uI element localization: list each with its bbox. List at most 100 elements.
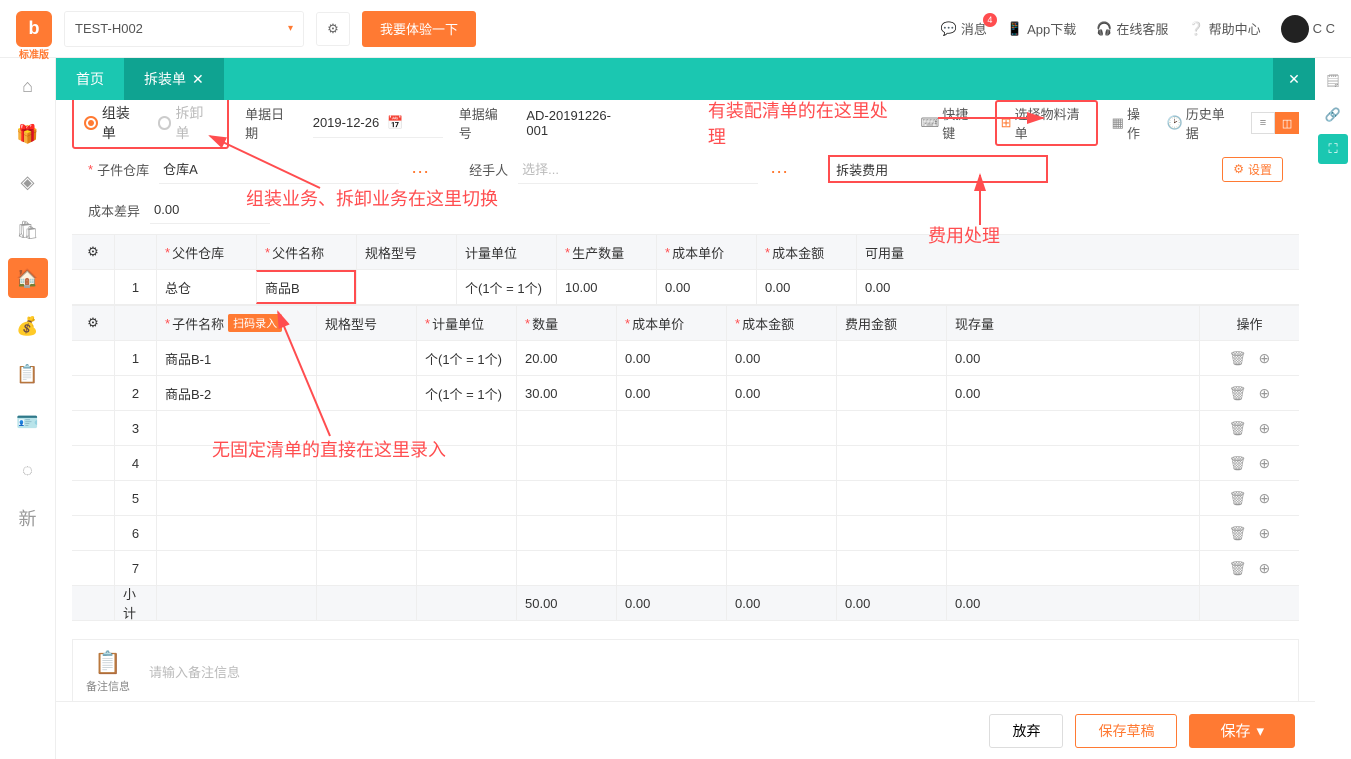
date-input[interactable]: 2019-12-26📅 [313, 108, 443, 138]
nav-new-icon[interactable]: 新 [8, 498, 48, 538]
chevron-down-icon: ▾ [288, 23, 293, 34]
note-icon[interactable]: 🗒 [1318, 66, 1348, 96]
view-grid-icon[interactable]: ◫ [1275, 112, 1299, 134]
cancel-button[interactable]: 放弃 [989, 714, 1063, 748]
add-icon[interactable]: ⊕ [1259, 490, 1271, 507]
scan-badge[interactable]: 扫码录入 [228, 314, 282, 332]
logo[interactable]: b [16, 11, 52, 47]
parent-table: ⚙ *父件仓库 *父件名称 规格型号 计量单位 *生产数量 *成本单价 *成本金… [72, 234, 1299, 305]
add-icon[interactable]: ⊕ [1259, 455, 1271, 472]
child-row[interactable]: 6🗑⊕ [72, 516, 1299, 551]
parent-row[interactable]: 1 总仓 商品B 个(1个 = 1个) 10.00 0.00 0.00 0.00 [72, 270, 1299, 305]
history-icon: 🕑 [1167, 115, 1183, 131]
delete-icon[interactable]: 🗑 [1229, 525, 1247, 542]
main: 首页 拆装单✕ ✕ 组装单 拆卸单 单据日期 2019-12-26📅 单据编号 … [56, 58, 1315, 759]
store-selector[interactable]: TEST-H002 ▾ [64, 11, 304, 47]
nav-warehouse-icon[interactable]: 🏠 [8, 258, 48, 298]
nav-bag-icon[interactable]: 🛍 [8, 210, 48, 250]
close-all-tabs[interactable]: ✕ [1273, 58, 1315, 100]
user-menu[interactable]: C C [1281, 15, 1335, 43]
save-draft-button[interactable]: 保存草稿 [1075, 714, 1177, 748]
remark-input[interactable] [143, 657, 1298, 687]
nav-home-icon[interactable]: ⌂ [8, 66, 48, 106]
headset-icon: 🎧 [1096, 21, 1112, 37]
app-download-link[interactable]: 📱App下载 [1007, 19, 1076, 38]
parent-name-cell[interactable]: 商品B [256, 270, 356, 304]
add-icon[interactable]: ⊕ [1259, 350, 1271, 367]
expand-icon[interactable]: ⛶ [1318, 134, 1348, 164]
add-icon[interactable]: ⊕ [1259, 420, 1271, 437]
topbar: b TEST-H002 ▾ ⚙ 我要体验一下 💬 消息 4 📱App下载 🎧在线… [0, 0, 1351, 58]
tab-assembly[interactable]: 拆装单✕ [124, 58, 224, 100]
tab-home[interactable]: 首页 [56, 58, 124, 100]
fee-field[interactable]: 拆装费用 [828, 155, 1048, 183]
tabs: 首页 拆装单✕ ✕ [56, 58, 1315, 100]
help-link[interactable]: ❔帮助中心 [1188, 19, 1260, 38]
messages-link[interactable]: 💬 消息 4 [941, 19, 987, 38]
radio-disassemble[interactable]: 拆卸单 [158, 103, 218, 143]
chat-icon: 💬 [941, 21, 957, 37]
footer: 放弃 保存草稿 保存▾ [56, 701, 1315, 759]
add-icon[interactable]: ⊕ [1259, 385, 1271, 402]
nav-gift-icon[interactable]: 🎁 [8, 114, 48, 154]
phone-icon: 📱 [1007, 21, 1023, 37]
setting-button[interactable]: ⚙设置 [1222, 157, 1283, 182]
keyboard-icon: ⌨ [920, 115, 939, 131]
gear-header[interactable]: ⚙ [72, 306, 114, 340]
nav-money-icon[interactable]: 💰 [8, 306, 48, 346]
avatar [1281, 15, 1309, 43]
child-row[interactable]: 2商品B-2个(1个 = 1个)30.000.000.000.00🗑⊕ [72, 376, 1299, 411]
delete-icon[interactable]: 🗑 [1229, 455, 1247, 472]
child-name-cell[interactable] [156, 481, 316, 515]
handler-field[interactable]: 经手人 选择... [469, 154, 758, 184]
child-name-cell[interactable]: 商品B-2 [156, 376, 316, 410]
child-row[interactable]: 5🗑⊕ [72, 481, 1299, 516]
subtotal-row: 小计 50.00 0.00 0.00 0.00 0.00 [72, 586, 1299, 621]
add-icon[interactable]: ⊕ [1259, 560, 1271, 577]
child-name-cell[interactable] [156, 516, 316, 550]
delete-icon[interactable]: 🗑 [1229, 560, 1247, 577]
gear-header[interactable]: ⚙ [72, 235, 114, 269]
history-link[interactable]: 🕑历史单据 [1167, 104, 1237, 142]
topbar-right: 💬 消息 4 📱App下载 🎧在线客服 ❔帮助中心 C C [941, 15, 1335, 43]
docno-label: 单据编号 [459, 104, 511, 142]
child-name-cell[interactable]: 商品B-1 [156, 341, 316, 375]
nav-card-icon[interactable]: 🪪 [8, 402, 48, 442]
operations-link[interactable]: ▦操作 [1112, 104, 1153, 142]
nav-diamond-icon[interactable]: ◈ [8, 162, 48, 202]
delete-icon[interactable]: 🗑 [1229, 350, 1247, 367]
content: 组装单 拆卸单 单据日期 2019-12-26📅 单据编号 AD-2019122… [56, 100, 1315, 759]
store-name: TEST-H002 [75, 21, 143, 36]
child-row[interactable]: 7🗑⊕ [72, 551, 1299, 586]
trial-button[interactable]: 我要体验一下 [362, 11, 476, 47]
delete-icon[interactable]: 🗑 [1229, 490, 1247, 507]
child-warehouse-field[interactable]: * 子件仓库 仓库A [88, 154, 399, 184]
add-icon[interactable]: ⊕ [1259, 525, 1271, 542]
shortcut-link[interactable]: ⌨快捷键 [920, 104, 980, 142]
support-link[interactable]: 🎧在线客服 [1096, 19, 1168, 38]
fields-row: * 子件仓库 仓库A ⋯ 经手人 选择... ⋯ 拆装费用 ⚙设置 [56, 146, 1315, 184]
view-toggle[interactable]: ≡ ◫ [1251, 112, 1299, 134]
child-row[interactable]: 1商品B-1个(1个 = 1个)20.000.000.000.00🗑⊕ [72, 341, 1299, 376]
gear-icon: ⚙ [1233, 162, 1244, 176]
date-label: 单据日期 [245, 104, 297, 142]
child-name-cell[interactable] [156, 551, 316, 585]
delete-icon[interactable]: 🗑 [1229, 385, 1247, 402]
more-icon[interactable]: ⋯ [770, 162, 788, 183]
close-tab-icon[interactable]: ✕ [192, 71, 204, 88]
radio-icon [158, 116, 172, 130]
nav-share-icon[interactable]: ◌ [8, 450, 48, 490]
link-icon[interactable]: 🔗 [1318, 100, 1348, 130]
annotation-direct-entry: 无固定清单的直接在这里录入 [212, 436, 446, 462]
settings-button[interactable]: ⚙ [316, 12, 350, 46]
sidebar: ⌂ 🎁 ◈ 🛍 🏠 💰 📋 🪪 ◌ 新 [0, 58, 56, 759]
nav-clipboard-icon[interactable]: 📋 [8, 354, 48, 394]
radio-assemble[interactable]: 组装单 [84, 103, 144, 143]
docno-value: AD-20191226-001 [526, 108, 632, 138]
view-list-icon[interactable]: ≡ [1251, 112, 1275, 134]
more-icon[interactable]: ⋯ [411, 162, 429, 183]
delete-icon[interactable]: 🗑 [1229, 420, 1247, 437]
toolbar-row: 组装单 拆卸单 单据日期 2019-12-26📅 单据编号 AD-2019122… [56, 100, 1315, 146]
select-material-link[interactable]: ⊞选择物料清单 [995, 100, 1098, 146]
save-button[interactable]: 保存▾ [1189, 714, 1295, 748]
